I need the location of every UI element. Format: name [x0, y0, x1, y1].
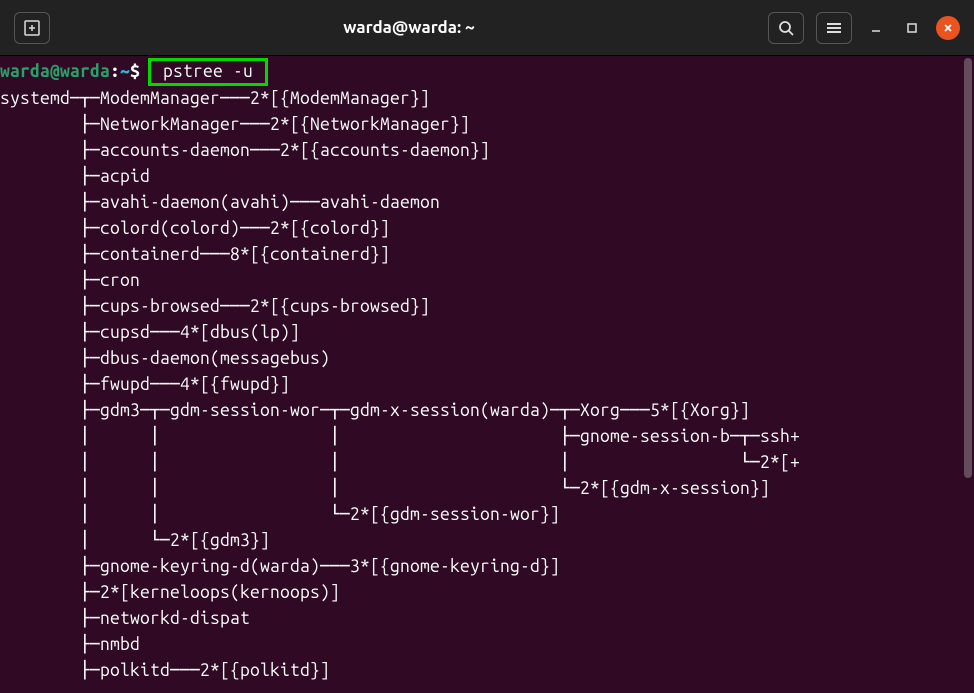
hamburger-icon [827, 22, 841, 34]
output-line: ├─networkd-dispat [0, 609, 250, 628]
menu-button[interactable] [816, 12, 852, 44]
new-tab-button[interactable] [14, 12, 50, 44]
close-button[interactable] [936, 16, 960, 40]
output-line: ├─cups-browsed───2*[{cups-browsed}] [0, 297, 430, 316]
window-title: warda@warda: ~ [50, 18, 768, 37]
search-icon [778, 20, 794, 36]
output-line: ├─containerd───8*[{containerd}] [0, 245, 390, 264]
search-button[interactable] [768, 12, 804, 44]
titlebar: warda@warda: ~ [0, 0, 974, 56]
minimize-button[interactable] [864, 16, 888, 40]
output-line: ├─colord(colord)───2*[{colord}] [0, 219, 390, 238]
minimize-icon [870, 22, 882, 34]
prompt-user-host: warda@warda [0, 62, 110, 81]
maximize-button[interactable] [900, 16, 924, 40]
close-icon [942, 22, 954, 34]
output-line: ├─gnome-keyring-d(warda)───3*[{gnome-key… [0, 557, 560, 576]
output-line: ├─NetworkManager───2*[{NetworkManager}] [0, 115, 470, 134]
titlebar-left [14, 12, 50, 44]
output-line: ├─2*[kerneloops(kernoops)] [0, 583, 340, 602]
output-line: ├─nmbd [0, 635, 140, 654]
output-line: │ └─2*[{gdm3}] [0, 531, 270, 550]
output-line: ├─dbus-daemon(messagebus) [0, 349, 330, 368]
output-line: ├─cupsd───4*[dbus(lp)] [0, 323, 300, 342]
prompt-dollar: $ [130, 62, 140, 81]
output-line: │ │ │ ├─gnome-session-b─┬─ssh+ [0, 427, 800, 446]
command-highlight: pstree -u [148, 58, 268, 86]
output-line: ├─polkitd───2*[{polkitd}] [0, 661, 330, 680]
terminal-content[interactable]: warda@warda:~$ pstree -u systemd─┬─Modem… [0, 56, 974, 686]
output-line: ├─gdm3─┬─gdm-session-wor─┬─gdm-x-session… [0, 401, 750, 420]
output-line: ├─avahi-daemon(avahi)───avahi-daemon [0, 193, 440, 212]
output-line: systemd─┬─ModemManager───2*[{ModemManage… [0, 89, 430, 108]
prompt-path: ~ [120, 62, 130, 81]
output-line: │ │ │ └─2*[{gdm-x-session}] [0, 479, 770, 498]
new-tab-icon [23, 19, 41, 37]
maximize-icon [906, 22, 918, 34]
output-line: │ │ │ │ └─2*[+ [0, 453, 800, 472]
output-line: ├─fwupd───4*[{fwupd}] [0, 375, 290, 394]
prompt-separator: : [110, 62, 120, 81]
titlebar-right [768, 12, 960, 44]
scrollbar[interactable] [964, 58, 972, 478]
output-line: ├─cron [0, 271, 140, 290]
output-line: ├─acpid [0, 167, 150, 186]
output-line: ├─accounts-daemon───2*[{accounts-daemon}… [0, 141, 490, 160]
output-line: │ │ └─2*[{gdm-session-wor}] [0, 505, 560, 524]
